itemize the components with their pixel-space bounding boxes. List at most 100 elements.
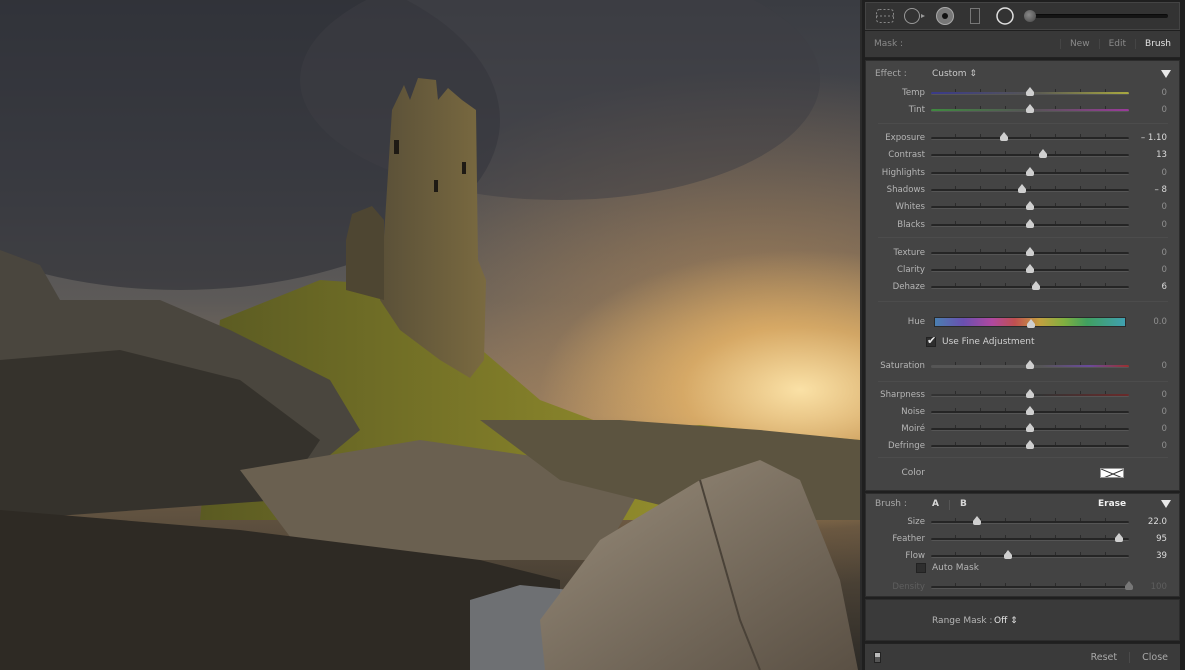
slider-row-temp: Temp 0 [866,85,1179,102]
lightroom-develop-window: Mask : New Edit Brush Effect : Custom ⇕ … [0,0,1185,670]
slider-track[interactable] [931,218,1129,228]
slider-label: Density [892,582,925,592]
slider-ticks [931,134,1129,137]
color-swatch[interactable] [1100,468,1124,478]
updown-icon: ⇕ [969,69,977,79]
mask-new-button[interactable]: New [1059,39,1099,49]
slider-label: Shadows [886,184,925,195]
slider-value[interactable]: – 1.10 [1141,133,1167,143]
section-divider [878,381,1168,382]
slider-ticks [931,185,1129,189]
close-button[interactable]: Close [1130,652,1180,663]
slider-value[interactable]: 0 [1162,390,1167,400]
brush-collapse-triangle-icon[interactable] [1161,500,1171,508]
slider-value[interactable]: 0.0 [1153,317,1167,327]
brush-a-button[interactable]: A [932,499,939,509]
slider-value[interactable]: 39 [1156,551,1167,561]
slider-value[interactable]: 13 [1156,150,1167,160]
slider-label: Defringe [887,441,925,451]
slider-value[interactable]: 0 [1162,168,1167,178]
slider-value[interactable]: 95 [1156,534,1167,544]
slider-track[interactable] [931,247,1129,256]
slider-row-feather: Feather 95 [866,531,1179,548]
slider-track[interactable] [931,201,1129,211]
circle-outline-icon [996,7,1014,25]
amount-slider-knob[interactable] [1024,10,1036,22]
slider-track[interactable] [931,440,1129,449]
effect-preset-select[interactable]: Custom ⇕ [932,69,977,79]
spot-removal-tool[interactable] [992,5,1018,27]
slider-label: Flow [905,551,925,561]
slider-track[interactable] [931,389,1129,398]
checkbox-box[interactable] [926,334,936,347]
slider-value[interactable]: 0 [1162,88,1167,98]
panel-toggle-switch[interactable] [874,651,881,663]
panel-footer: Reset Close [865,643,1180,670]
slider-value[interactable]: 0 [1162,361,1167,371]
graduated-filter-tool[interactable] [872,5,898,27]
slider-value[interactable]: 0 [1162,105,1167,115]
slider-label: Contrast [888,150,925,161]
mask-brush-button[interactable]: Brush [1135,39,1180,49]
slider-value[interactable]: 0 [1162,202,1167,212]
slider-row-shadows: Shadows – 8 [866,182,1179,199]
slider-value[interactable]: 0 [1162,220,1167,230]
slider-value[interactable]: 100 [1151,582,1167,592]
slider-row-clarity: Clarity 0 [866,262,1179,279]
slider-row-highlights: Highlights 0 [866,165,1179,182]
slider-value[interactable]: 22.0 [1148,517,1167,527]
auto-mask-checkbox[interactable]: Auto Mask [916,562,1116,576]
mask-row: Mask : New Edit Brush [865,31,1180,58]
slider-value[interactable]: 0 [1162,248,1167,258]
slider-track[interactable] [931,533,1129,542]
red-eye-tool[interactable] [962,5,988,27]
slider-value[interactable]: 0 [1162,407,1167,417]
slider-track[interactable] [931,550,1129,559]
slider-track[interactable] [931,104,1129,113]
slider-track[interactable] [931,406,1129,415]
photo-canvas[interactable] [0,0,860,670]
slider-track[interactable] [931,166,1129,176]
slider-track[interactable] [931,423,1129,432]
slider-track[interactable] [931,183,1129,193]
collapse-triangle-icon[interactable] [1161,70,1171,78]
hue-spectrum-slider[interactable] [934,317,1126,328]
brush-b-button[interactable]: B [960,499,967,509]
amount-slider[interactable] [1024,10,1168,22]
slider-track[interactable] [931,281,1129,290]
slider-value[interactable]: 0 [1162,265,1167,275]
slider-track[interactable] [931,87,1129,96]
checkbox-label: Auto Mask [932,563,979,573]
slider-track[interactable] [931,149,1129,159]
color-label: Color [901,468,926,478]
slider-value[interactable]: – 8 [1155,185,1168,195]
range-mask-label: Range Mask : [932,616,993,626]
slider-track[interactable] [931,516,1129,525]
section-divider [878,301,1168,302]
slider-track[interactable] [931,264,1129,273]
adjustment-brush-tool[interactable] [932,5,958,27]
mask-edit-button[interactable]: Edit [1098,39,1135,49]
radial-filter-tool[interactable] [902,5,928,27]
dotted-rect-icon [876,9,894,23]
slider-row-defringe: Defringe 0 [866,438,1179,455]
slider-value[interactable]: 0 [1162,424,1167,434]
slider-track[interactable] [931,360,1129,369]
slider-ticks [931,535,1129,538]
slider-track[interactable] [931,132,1129,141]
range-mask-value: Off [994,616,1008,626]
slider-label: Size [907,517,925,527]
local-adjustments-panel: Mask : New Edit Brush Effect : Custom ⇕ … [862,0,1185,670]
brush-erase-button[interactable]: Erase [1098,499,1126,509]
slider-value[interactable]: 6 [1162,282,1167,292]
slider-label: Feather [892,534,925,544]
slider-track[interactable] [931,581,1133,590]
checkbox-box[interactable] [916,563,926,573]
range-mask-select[interactable]: Off ⇕ [994,616,1018,626]
slider-row-dehaze: Dehaze 6 [866,279,1179,296]
slider-value[interactable]: 0 [1162,441,1167,451]
use-fine-adjustment-checkbox[interactable]: Use Fine Adjustment [926,334,1126,350]
reset-button[interactable]: Reset [1079,651,1131,663]
slider-row-size: Size 22.0 [866,514,1179,531]
slider-label: Blacks [897,219,925,230]
